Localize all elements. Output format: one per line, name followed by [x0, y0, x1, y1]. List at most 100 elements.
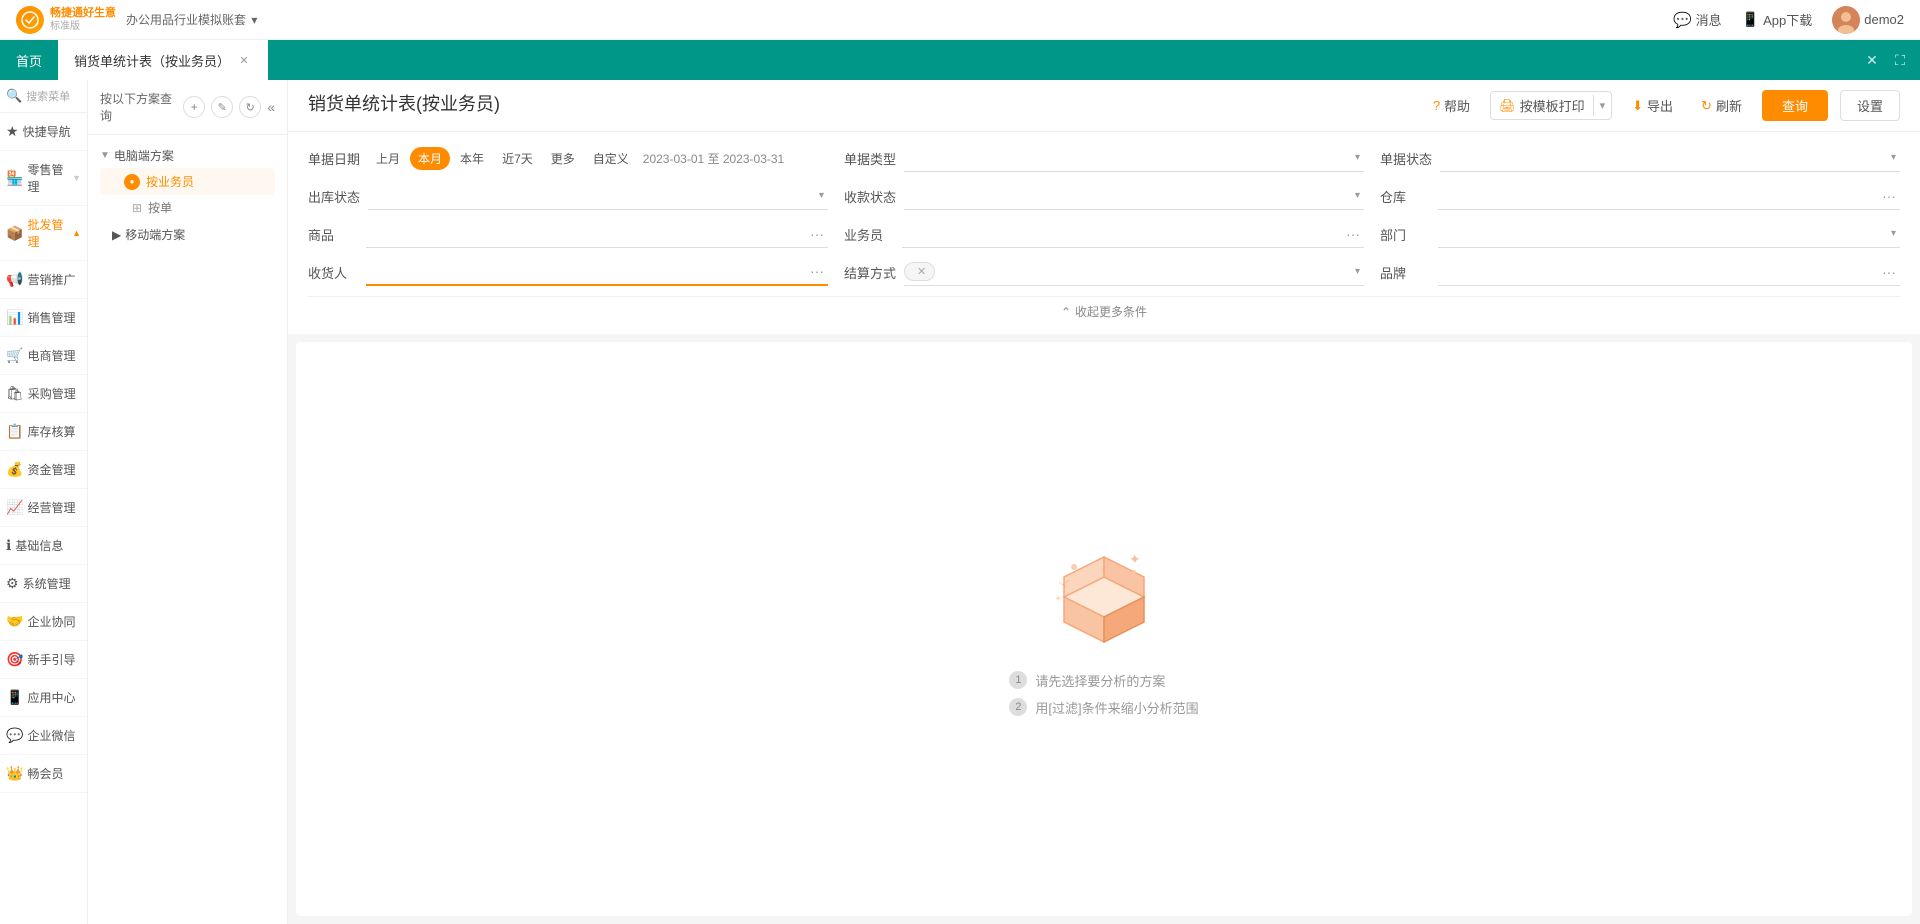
date-tab-this-month[interactable]: 本月 [410, 147, 450, 170]
dept-select[interactable]: ▾ [1438, 228, 1900, 239]
print-icon: 🖨 [1499, 98, 1516, 114]
sidebar-item-ecom[interactable]: 🛒 电商管理 [0, 337, 87, 375]
sidebar-item-system[interactable]: ⚙ 系统管理 [0, 565, 87, 603]
sidebar-item-guide[interactable]: 🎯 新手引导 [0, 641, 87, 679]
phone-icon: 📱 [1742, 11, 1759, 28]
operation-icon: 📈 [6, 499, 23, 516]
sidebar-item-purchase[interactable]: 🛍 采购管理 [0, 375, 87, 413]
user-menu[interactable]: demo2 [1832, 6, 1904, 34]
date-tab-last7[interactable]: 近7天 [494, 147, 541, 170]
refresh-scheme-btn[interactable]: ↻ [239, 96, 261, 118]
filter-item-doc-type: 单据类型 ▾ [844, 144, 1364, 172]
warehouse-control[interactable]: ··· [1438, 182, 1900, 210]
sidebar-item-quick[interactable]: ★ 快捷导航 [0, 113, 87, 151]
page-title: 销货单统计表(按业务员) [308, 90, 500, 126]
sidebar-item-retail[interactable]: 🏪 零售管理 ▼ [0, 151, 87, 206]
settlement-clear-btn[interactable]: ✕ [917, 265, 926, 278]
sidebar-item-wechat[interactable]: 💬 企业微信 [0, 717, 87, 755]
out-status-control[interactable]: ▾ [368, 182, 828, 210]
brand-control[interactable]: ··· [1438, 258, 1900, 286]
doc-type-label: 单据类型 [844, 149, 896, 168]
refresh-btn[interactable]: ↻ 刷新 [1693, 92, 1750, 119]
date-tab-more[interactable]: 更多 [543, 147, 583, 170]
empty-state: ✦ ✦ 1 请先选择要分析的方案 2 用[过滤]条件来缩小分析范围 [296, 342, 1912, 916]
goods-control[interactable]: ··· [366, 220, 828, 248]
pc-scheme-category[interactable]: ▼ 电脑端方案 [100, 143, 275, 168]
pay-status-select[interactable]: ▾ [904, 190, 1364, 201]
maximize-window-btn[interactable]: ⛶ [1888, 48, 1912, 72]
export-icon: ⬇ [1632, 98, 1643, 114]
chevron-down-icon: ▾ [819, 190, 824, 201]
tab-home[interactable]: 首页 [0, 40, 58, 80]
sidebar: 🔍 搜索菜单 ★ 快捷导航 🏪 零售管理 ▼ 📦 批发管理 ▲ 📢 营销推广 📊… [0, 80, 88, 924]
settlement-control[interactable]: ✕ ▾ [904, 258, 1364, 286]
date-range-display: 2023-03-01 至 2023-03-31 [643, 150, 784, 167]
filter-item-settlement: 结算方式 ✕ ▾ [844, 258, 1364, 286]
corp-icon: 🤝 [6, 613, 23, 630]
sidebar-item-inventory[interactable]: 📋 库存核算 [0, 413, 87, 451]
goods-label: 商品 [308, 225, 358, 244]
print-main-btn[interactable]: 🖨 按模板打印 [1491, 92, 1593, 119]
edit-scheme-btn[interactable]: ✎ [211, 96, 233, 118]
chevron-up-icon: ⌃ [1061, 305, 1071, 319]
date-tab-custom[interactable]: 自定义 [585, 147, 637, 170]
out-status-select[interactable]: ▾ [368, 190, 828, 201]
recipient-dots-icon[interactable]: ··· [806, 263, 828, 279]
message-btn[interactable]: 💬 消息 [1673, 10, 1722, 29]
arrow-right-icon: ▶ [112, 228, 121, 242]
help-icon: ? [1433, 98, 1440, 113]
mobile-scheme-category[interactable]: ▶ 移动端方案 [100, 220, 275, 247]
chevron-down-icon: ▾ [1355, 266, 1360, 277]
doc-type-control[interactable]: ▾ [904, 144, 1364, 172]
recipient-control[interactable]: ··· [366, 258, 828, 286]
salesperson-control[interactable]: ··· [902, 220, 1364, 248]
tab-close-icon[interactable]: ✕ [236, 52, 252, 68]
sidebar-item-sales[interactable]: 📊 销售管理 [0, 299, 87, 337]
query-btn[interactable]: 查询 [1762, 90, 1828, 121]
dots-icon[interactable]: ··· [1878, 188, 1900, 204]
date-tab-this-year[interactable]: 本年 [452, 147, 492, 170]
filter-item-out-status: 出库状态 ▾ [308, 182, 828, 210]
collapse-more-btn[interactable]: ⌃ 收起更多条件 [1061, 303, 1147, 320]
date-tab-last-month[interactable]: 上月 [368, 147, 408, 170]
sidebar-item-corp[interactable]: 🤝 企业协同 [0, 603, 87, 641]
settings-btn[interactable]: 设置 [1840, 90, 1900, 121]
breadcrumb[interactable]: 办公用品行业模拟账套 ▾ [126, 11, 257, 28]
add-scheme-btn[interactable]: + [183, 96, 205, 118]
export-btn[interactable]: ⬇ 导出 [1624, 92, 1681, 119]
sidebar-item-apps[interactable]: 📱 应用中心 [0, 679, 87, 717]
sidebar-item-marketing[interactable]: 📢 营销推广 [0, 261, 87, 299]
sidebar-search[interactable]: 🔍 搜索菜单 [0, 80, 87, 113]
doc-type-select[interactable]: ▾ [904, 152, 1364, 163]
sidebar-item-basic[interactable]: ℹ 基础信息 [0, 527, 87, 565]
sidebar-item-wholesale[interactable]: 📦 批发管理 ▲ [0, 206, 87, 261]
doc-status-control[interactable]: ▾ [1440, 144, 1900, 172]
sidebar-item-finance[interactable]: 💰 资金管理 [0, 451, 87, 489]
scheme-item-salesperson[interactable]: ● 按业务员 [100, 168, 275, 195]
content-area: 销货单统计表(按业务员) ? 帮助 🖨 按模板打印 ▾ ⬇ 导出 [288, 80, 1920, 924]
filter-item-salesperson: 业务员 ··· [844, 220, 1364, 248]
svg-text:✦: ✦ [1054, 594, 1062, 605]
print-btn[interactable]: 🖨 按模板打印 ▾ [1490, 91, 1612, 120]
marketing-icon: 📢 [6, 271, 23, 288]
sidebar-item-operation[interactable]: 📈 经营管理 [0, 489, 87, 527]
wechat-icon: 💬 [6, 727, 23, 744]
settlement-select[interactable]: ▾ [941, 266, 1364, 277]
goods-dots-icon[interactable]: ··· [806, 226, 828, 242]
salesperson-label: 业务员 [844, 225, 894, 244]
close-window-btn[interactable]: ✕ [1860, 48, 1884, 72]
doc-status-select[interactable]: ▾ [1440, 152, 1900, 163]
pay-status-control[interactable]: ▾ [904, 182, 1364, 210]
brand-dots-icon[interactable]: ··· [1878, 264, 1900, 280]
collapse-panel-btn[interactable]: « [267, 99, 275, 115]
dept-control[interactable]: ▾ [1438, 220, 1900, 248]
scheme-sub-item-by-order[interactable]: ⊞ 按单 [100, 195, 275, 220]
tab-report[interactable]: 销货单统计表（按业务员） ✕ [58, 40, 268, 80]
help-btn[interactable]: ? 帮助 [1425, 92, 1478, 119]
salesperson-dots-icon[interactable]: ··· [1342, 226, 1364, 242]
print-arrow-btn[interactable]: ▾ [1593, 95, 1612, 116]
member-icon: 👑 [6, 765, 23, 782]
sidebar-item-member[interactable]: 👑 畅会员 [0, 755, 87, 793]
app-download-btn[interactable]: 📱 App下载 [1742, 10, 1813, 29]
chevron-down-icon: ▾ [1355, 190, 1360, 201]
